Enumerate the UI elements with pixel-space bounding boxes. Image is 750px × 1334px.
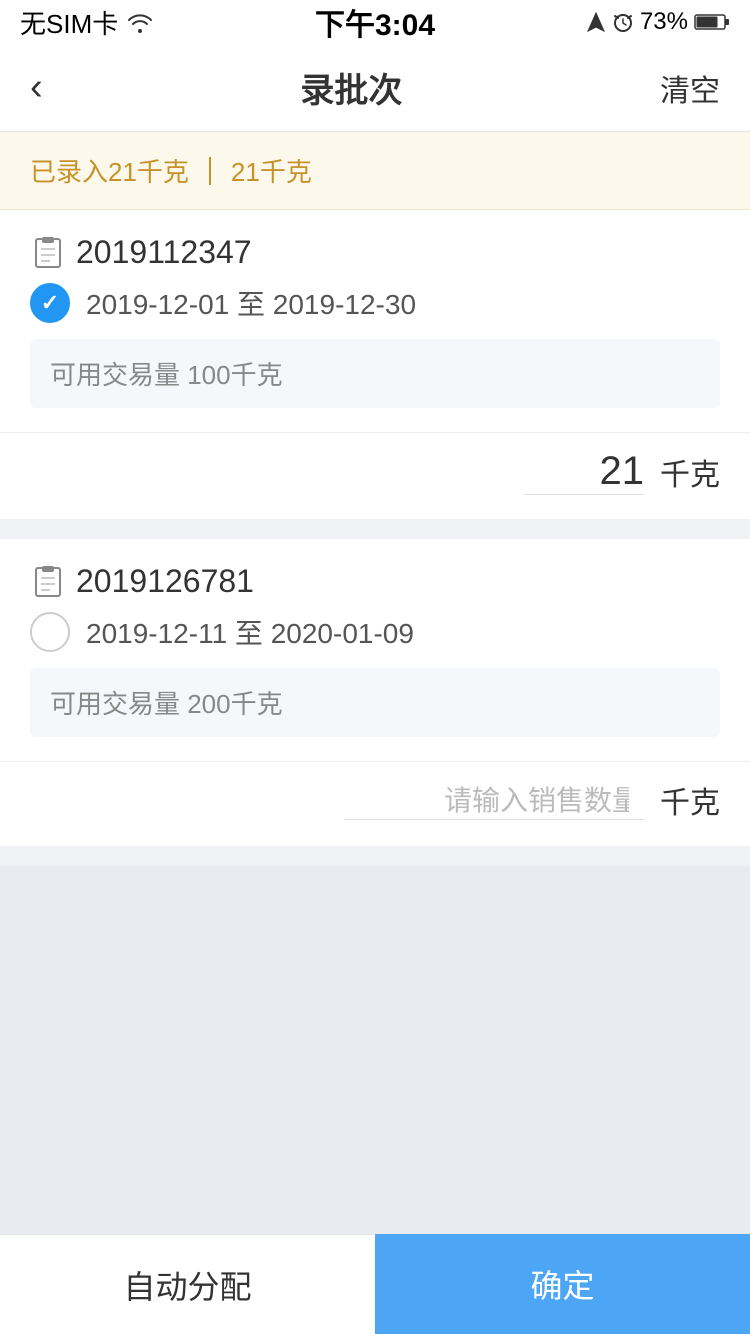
info-banner: 已录入21千克 21千克 xyxy=(0,132,750,210)
batch2-input-row[interactable]: 千克 xyxy=(0,761,750,846)
nav-bar: ‹ 录批次 清空 xyxy=(0,44,750,132)
batch-item-2: 2019126781 2019-12-11 至 2020-01-09 可用交易量… xyxy=(0,539,750,846)
status-right: 73% xyxy=(586,8,730,36)
batch2-radio[interactable] xyxy=(30,612,70,652)
batch2-date-row: 2019-12-11 至 2020-01-09 xyxy=(30,612,720,652)
batch2-input[interactable] xyxy=(444,780,644,819)
status-bar: 无SIM卡 下午3:04 73% xyxy=(0,0,750,44)
status-carrier: 无SIM卡 xyxy=(20,4,154,41)
batch1-available: 可用交易量 100千克 xyxy=(30,339,720,408)
location-icon xyxy=(586,11,606,33)
recorded-value: 21千克 xyxy=(231,152,312,189)
battery-icon xyxy=(694,13,730,31)
batch-item-1: 2019112347 2019-12-01 至 2019-12-30 可用交易量… xyxy=(0,210,750,519)
status-time: 下午3:04 xyxy=(315,0,435,44)
batch1-unit: 千克 xyxy=(660,450,720,494)
batch-icon-2 xyxy=(30,564,66,600)
batch2-input-wrapper[interactable] xyxy=(30,780,644,820)
footer: 自动分配 确定 xyxy=(0,1234,750,1334)
batch2-id: 2019126781 xyxy=(76,563,254,600)
batch1-value: 21 xyxy=(600,449,645,494)
batch1-input-wrapper: 21 xyxy=(30,449,644,495)
back-button[interactable]: ‹ xyxy=(30,66,43,109)
carrier-text: 无SIM卡 xyxy=(20,4,118,41)
recorded-label: 已录入21千克 xyxy=(30,152,189,189)
banner-divider xyxy=(209,157,211,185)
batch2-available: 可用交易量 200千克 xyxy=(30,668,720,737)
batch1-underline xyxy=(524,494,644,495)
clear-button[interactable]: 清空 xyxy=(660,66,720,110)
batch-icon-1 xyxy=(30,235,66,271)
confirm-button[interactable]: 确定 xyxy=(375,1234,750,1334)
battery-text: 73% xyxy=(640,8,688,36)
batch2-underline xyxy=(344,819,644,820)
alarm-icon xyxy=(612,11,634,33)
batch2-header: 2019126781 xyxy=(30,563,720,600)
page-title: 录批次 xyxy=(300,63,402,112)
auto-distribute-button[interactable]: 自动分配 xyxy=(0,1234,375,1334)
batch1-header: 2019112347 xyxy=(30,234,720,271)
batch2-date: 2019-12-11 至 2020-01-09 xyxy=(86,612,414,652)
batch2-unit: 千克 xyxy=(660,778,720,822)
batch1-input-row: 21 千克 xyxy=(0,432,750,519)
batch1-date-row: 2019-12-01 至 2019-12-30 xyxy=(30,283,720,323)
batch1-date: 2019-12-01 至 2019-12-30 xyxy=(86,283,416,323)
batch1-id: 2019112347 xyxy=(76,234,252,271)
batch1-radio[interactable] xyxy=(30,283,70,323)
wifi-icon xyxy=(126,11,154,33)
